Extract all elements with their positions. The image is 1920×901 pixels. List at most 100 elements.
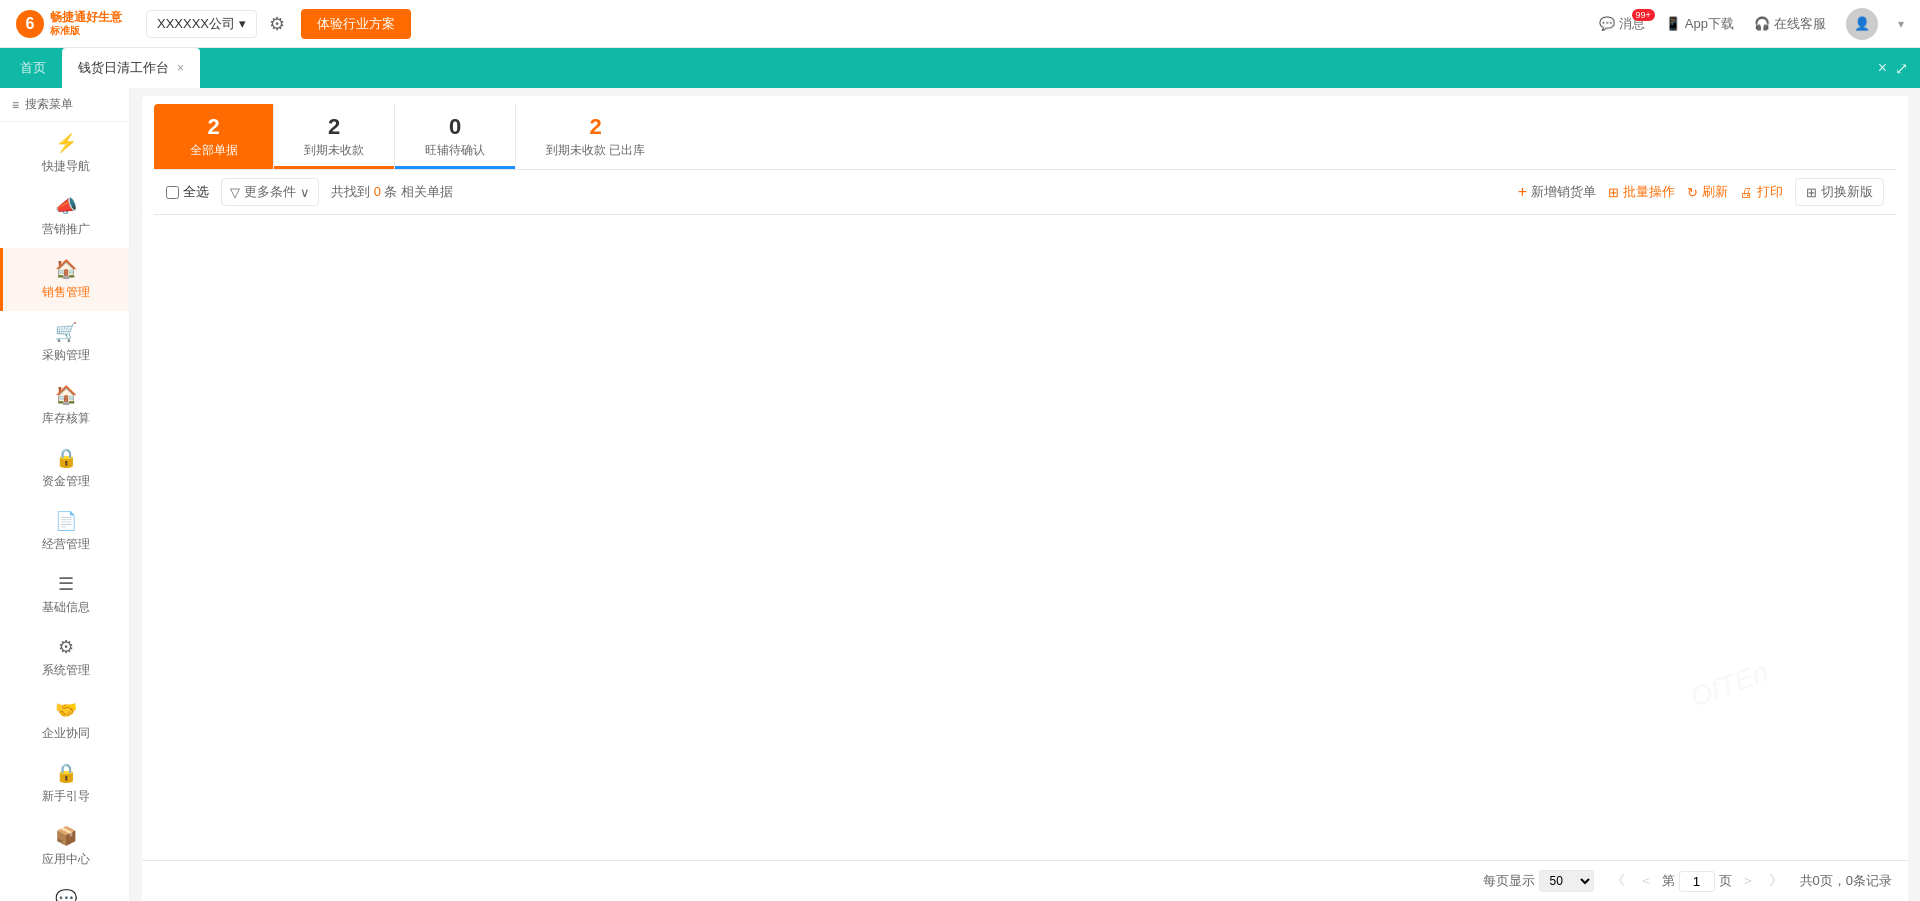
filter-button[interactable]: ▽ 更多条件 ∨ bbox=[221, 178, 319, 206]
stat-label-overdue: 到期未收款 bbox=[304, 142, 364, 159]
sales-icon: 🏠 bbox=[55, 258, 77, 280]
sidebar-label-operations: 经营管理 bbox=[42, 536, 90, 553]
select-all-input[interactable] bbox=[166, 186, 179, 199]
search-menu-icon: ≡ bbox=[12, 98, 19, 112]
system-icon: ⚙ bbox=[58, 636, 74, 658]
tab-active[interactable]: 钱货日清工作台 × bbox=[62, 48, 200, 88]
stat-tab-pending[interactable]: 0 旺辅待确认 bbox=[395, 104, 516, 169]
sidebar-item-basics[interactable]: ☰ 基础信息 bbox=[0, 563, 129, 626]
logo-icon: 6 bbox=[16, 10, 44, 38]
cooperation-icon: 🤝 bbox=[55, 699, 77, 721]
sidebar-item-quick-nav[interactable]: ⚡ 快捷导航 bbox=[0, 122, 129, 185]
user-avatar[interactable]: 👤 bbox=[1846, 8, 1878, 40]
inventory-icon: 🏠 bbox=[55, 384, 77, 406]
refresh-icon: ↻ bbox=[1687, 185, 1698, 200]
sidebar-label-finance: 资金管理 bbox=[42, 473, 90, 490]
message-button[interactable]: 💬 消息 99+ bbox=[1599, 15, 1645, 33]
download-icon: 📱 bbox=[1665, 16, 1681, 31]
new-plus-icon: + bbox=[1518, 183, 1527, 201]
print-button[interactable]: 🖨 打印 bbox=[1740, 183, 1783, 201]
page-size-selector[interactable]: 每页显示 50 20 100 bbox=[1483, 870, 1594, 892]
sidebar-item-sales[interactable]: 🏠 销售管理 bbox=[0, 248, 129, 311]
filter-label: 更多条件 bbox=[244, 183, 296, 201]
toolbar-left: 全选 ▽ 更多条件 ∨ 共找到 0 条 相关单据 bbox=[166, 178, 1506, 206]
user-info[interactable]: ▾ bbox=[1898, 17, 1904, 31]
online-service-button[interactable]: 🎧 在线客服 bbox=[1754, 15, 1826, 33]
user-name: ▾ bbox=[1898, 17, 1904, 31]
print-label: 打印 bbox=[1757, 183, 1783, 201]
new-btn-label: 新增销货单 bbox=[1531, 183, 1596, 201]
settings-button[interactable]: ⚙ bbox=[269, 13, 285, 35]
stats-tabs: 2 全部单据 2 到期未收款 0 旺辅待确认 2 到期未收款 已出库 bbox=[154, 104, 1896, 170]
sidebar-label-basics: 基础信息 bbox=[42, 599, 90, 616]
sidebar-item-system[interactable]: ⚙ 系统管理 bbox=[0, 626, 129, 689]
sidebar-search[interactable]: ≡ 搜索菜单 bbox=[0, 88, 129, 122]
sidebar-item-guide[interactable]: 🔒 新手引导 bbox=[0, 752, 129, 815]
tab-bar-actions: × ⤢ bbox=[1878, 59, 1920, 78]
per-page-select[interactable]: 50 20 100 bbox=[1539, 870, 1594, 892]
layout: ≡ 搜索菜单 ⚡ 快捷导航 📣 营销推广 🏠 销售管理 🛒 采购管理 🏠 库存核… bbox=[0, 88, 1920, 901]
per-page-label: 每页显示 bbox=[1483, 872, 1535, 890]
stat-num-overdue: 2 bbox=[328, 114, 340, 140]
header-right: 💬 消息 99+ 📱 App下载 🎧 在线客服 👤 ▾ bbox=[1599, 8, 1904, 40]
new-sales-order-button[interactable]: + 新增销货单 bbox=[1518, 183, 1596, 201]
basics-icon: ☰ bbox=[58, 573, 74, 595]
stat-label-all: 全部单据 bbox=[190, 142, 238, 159]
page-first-button[interactable]: 《 bbox=[1606, 869, 1630, 893]
company-chevron-icon: ▾ bbox=[239, 16, 246, 31]
sidebar-item-finance[interactable]: 🔒 资金管理 bbox=[0, 437, 129, 500]
logo-line1: 畅捷通好生意 bbox=[50, 10, 122, 24]
sidebar-item-purchase[interactable]: 🛒 采购管理 bbox=[0, 311, 129, 374]
switch-icon: ⊞ bbox=[1806, 185, 1817, 200]
result-info: 共找到 0 条 相关单据 bbox=[331, 183, 453, 201]
sidebar-item-app-center[interactable]: 📦 应用中心 bbox=[0, 815, 129, 878]
batch-operation-button[interactable]: ⊞ 批量操作 bbox=[1608, 183, 1675, 201]
tab-close-icon[interactable]: × bbox=[177, 61, 184, 75]
stat-num-shipped: 2 bbox=[590, 114, 602, 140]
window-expand-button[interactable]: ⤢ bbox=[1895, 59, 1908, 78]
stat-label-shipped: 到期未收款 已出库 bbox=[546, 142, 645, 159]
online-service-label: 在线客服 bbox=[1774, 15, 1826, 33]
trial-button[interactable]: 体验行业方案 bbox=[301, 9, 411, 39]
sidebar-item-weixin[interactable]: 💬 企业微信 bbox=[0, 878, 129, 901]
sidebar-item-operations[interactable]: 📄 经营管理 bbox=[0, 500, 129, 563]
sidebar-label-marketing: 营销推广 bbox=[42, 221, 90, 238]
refresh-label: 刷新 bbox=[1702, 183, 1728, 201]
sidebar: ≡ 搜索菜单 ⚡ 快捷导航 📣 营销推广 🏠 销售管理 🛒 采购管理 🏠 库存核… bbox=[0, 88, 130, 901]
main-content: 2 全部单据 2 到期未收款 0 旺辅待确认 2 到期未收款 已出库 bbox=[130, 88, 1920, 901]
page-last-button[interactable]: 》 bbox=[1764, 869, 1788, 893]
app-download-button[interactable]: 📱 App下载 bbox=[1665, 15, 1734, 33]
sidebar-label-quick-nav: 快捷导航 bbox=[42, 158, 90, 175]
sidebar-label-system: 系统管理 bbox=[42, 662, 90, 679]
app-center-icon: 📦 bbox=[55, 825, 77, 847]
sidebar-item-marketing[interactable]: 📣 营销推广 bbox=[0, 185, 129, 248]
app-download-label: App下载 bbox=[1685, 15, 1734, 33]
page-number-input[interactable] bbox=[1679, 871, 1715, 892]
company-selector[interactable]: XXXXXX公司 ▾ bbox=[146, 10, 257, 38]
sidebar-item-inventory[interactable]: 🏠 库存核算 bbox=[0, 374, 129, 437]
table-area bbox=[142, 215, 1908, 860]
stats-toolbar-wrapper: 2 全部单据 2 到期未收款 0 旺辅待确认 2 到期未收款 已出库 bbox=[142, 96, 1908, 215]
filter-chevron-icon: ∨ bbox=[300, 185, 310, 200]
result-unit: 条 bbox=[384, 184, 397, 199]
page-prev-button[interactable]: ＜ bbox=[1634, 869, 1658, 893]
stat-tab-shipped[interactable]: 2 到期未收款 已出库 bbox=[516, 104, 675, 169]
switch-version-button[interactable]: ⊞ 切换新版 bbox=[1795, 178, 1884, 206]
sidebar-label-cooperation: 企业协同 bbox=[42, 725, 90, 742]
logo-text: 畅捷通好生意 标准版 bbox=[50, 10, 122, 36]
stat-tab-all[interactable]: 2 全部单据 bbox=[154, 104, 274, 169]
window-close-button[interactable]: × bbox=[1878, 59, 1887, 77]
tab-home-label: 首页 bbox=[20, 59, 46, 77]
tab-home[interactable]: 首页 bbox=[4, 48, 62, 88]
stat-tab-overdue[interactable]: 2 到期未收款 bbox=[274, 104, 395, 169]
toolbar: 全选 ▽ 更多条件 ∨ 共找到 0 条 相关单据 bbox=[154, 170, 1896, 215]
message-icon: 💬 bbox=[1599, 16, 1615, 31]
refresh-button[interactable]: ↻ 刷新 bbox=[1687, 183, 1728, 201]
page-next-button[interactable]: ＞ bbox=[1736, 869, 1760, 893]
logo-line2: 标准版 bbox=[50, 25, 122, 37]
sidebar-item-cooperation[interactable]: 🤝 企业协同 bbox=[0, 689, 129, 752]
sidebar-label-sales: 销售管理 bbox=[42, 284, 90, 301]
search-menu-label: 搜索菜单 bbox=[25, 96, 73, 113]
select-all-checkbox[interactable]: 全选 bbox=[166, 183, 209, 201]
tab-bar: 首页 钱货日清工作台 × × ⤢ bbox=[0, 48, 1920, 88]
